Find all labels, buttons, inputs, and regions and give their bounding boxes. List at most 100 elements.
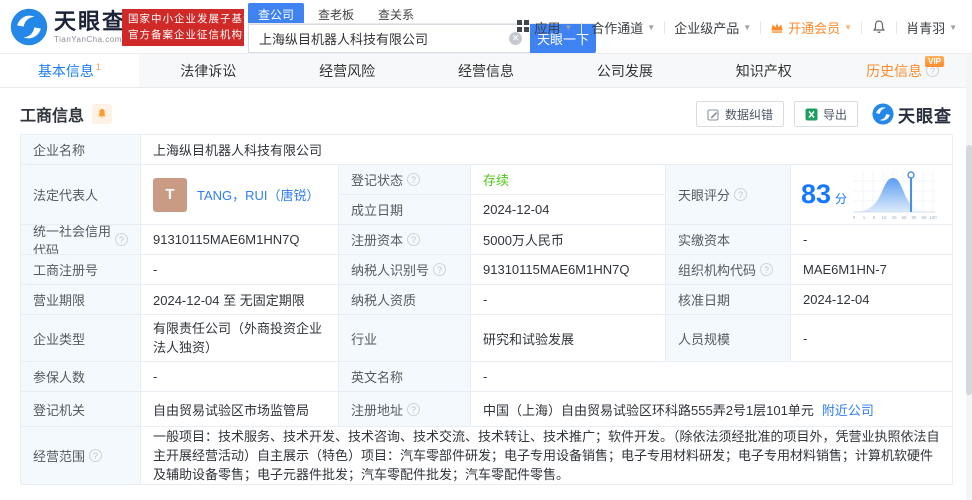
field-label-establish-date: 成立日期: [339, 195, 471, 225]
score-value: 83: [801, 181, 831, 208]
notification-bell[interactable]: [862, 19, 896, 35]
score-unit: 分: [835, 190, 847, 207]
menu-vip[interactable]: 开通会员 ▼: [761, 18, 861, 37]
tab-basic-info-label: 基本信息: [38, 61, 94, 81]
field-value-english-name: -: [471, 362, 953, 392]
tab-history-info[interactable]: VIP 历史信息 ?: [833, 54, 972, 87]
svg-text:65: 65: [902, 215, 908, 220]
menu-enterprise-label: 企业级产品: [674, 18, 739, 37]
field-label-staff-size: 人员规模: [666, 315, 791, 362]
search-input[interactable]: [248, 24, 530, 53]
tab-company-development[interactable]: 公司发展: [555, 54, 694, 87]
field-value-company-name: 上海纵目机器人科技有限公司: [141, 135, 953, 165]
svg-text:1: 1: [863, 215, 866, 220]
tianyancha-logo[interactable]: 天眼查 TianYanCha.com: [10, 8, 126, 46]
nearby-companies-link[interactable]: 附近公司: [822, 400, 874, 419]
tab-basic-info[interactable]: 基本信息 1: [0, 54, 139, 87]
field-label-reg-authority: 登记机关: [21, 392, 141, 427]
svg-text:85: 85: [912, 215, 918, 220]
svg-text:95: 95: [922, 215, 928, 220]
field-label-approval-date: 核准日期: [666, 285, 791, 315]
export-label: 导出: [823, 106, 847, 123]
svg-text:40: 40: [892, 215, 898, 220]
menu-partner[interactable]: 合作通道 ▼: [582, 18, 664, 37]
field-value-org-code: MAE6M1HN-7: [791, 255, 953, 285]
tab-label: 知识产权: [736, 61, 792, 81]
field-value-business-scope: 一般项目：技术服务、技术开发、技术咨询、技术交流、技术转让、技术推广；软件开发。…: [141, 427, 953, 485]
gov-certification-badge: 国家中小企业发展子基金旗下 官方备案企业征信机构: [122, 9, 244, 46]
field-value-reg-authority: 自由贸易试验区市场监管局: [141, 392, 339, 427]
help-icon[interactable]: ?: [734, 188, 747, 201]
field-label-reg-number: 工商注册号: [21, 255, 141, 285]
field-label-score: 天眼评分?: [666, 165, 791, 225]
field-label-taxpayer-quality: 纳税人资质: [339, 285, 471, 315]
monitor-bell-badge[interactable]: [92, 104, 112, 124]
export-button[interactable]: 导出: [794, 101, 858, 127]
top-menu: 应用 ▼ 合作通道 ▼ 企业级产品 ▼ 开通会员 ▼: [508, 0, 966, 54]
legal-rep-avatar[interactable]: T: [153, 178, 187, 212]
score-distribution-chart: 0 1 5 15 40 65 85 95 100: [851, 168, 937, 222]
search-tab-relation[interactable]: 查关系: [368, 3, 424, 23]
search-tab-boss[interactable]: 查老板: [308, 3, 364, 23]
field-label-business-scope: 经营范围?: [21, 427, 141, 485]
tab-business-info[interactable]: 经营信息: [417, 54, 556, 87]
field-label-taxpayer-id: 纳税人识别号?: [339, 255, 471, 285]
menu-vip-label: 开通会员: [788, 18, 840, 37]
logo-title: 天眼查: [54, 11, 126, 33]
scrollbar-thumb[interactable]: [966, 145, 972, 395]
field-value-taxpayer-id: 91310115MAE6M1HN7Q: [471, 255, 666, 285]
company-nav-bar: 基本信息 1 法律诉讼 经营风险 经营信息 公司发展 知识产权 VIP 历史信息…: [0, 54, 972, 88]
field-label-company-name: 企业名称: [21, 135, 141, 165]
tab-business-risk[interactable]: 经营风险: [278, 54, 417, 87]
data-correction-label: 数据纠错: [725, 106, 773, 123]
field-value-credit-code: 91310115MAE6M1HN7Q: [141, 225, 339, 255]
top-header: 天眼查 TianYanCha.com 国家中小企业发展子基金旗下 官方备案企业征…: [0, 0, 972, 54]
apps-grid-icon: [517, 20, 529, 35]
help-icon[interactable]: ?: [407, 173, 420, 186]
tab-legal-litigation[interactable]: 法律诉讼: [139, 54, 278, 87]
section-header: 工商信息 数据纠错 导出 天眼查: [20, 100, 952, 128]
menu-user[interactable]: 肖青羽 ▼: [897, 18, 966, 37]
field-value-paid-capital: -: [791, 225, 953, 255]
tab-label: 经营风险: [319, 61, 375, 81]
field-value-taxpayer-quality: -: [471, 285, 666, 315]
field-label-org-code: 组织机构代码?: [666, 255, 791, 285]
field-value-reg-capital: 5000万人民币: [471, 225, 666, 255]
field-value-business-term: 2024-12-04 至 无固定期限: [141, 285, 339, 315]
field-value-reg-status: 存续: [471, 165, 666, 195]
menu-apps[interactable]: 应用 ▼: [508, 18, 581, 37]
tab-label: 公司发展: [597, 61, 653, 81]
chevron-down-icon: ▼: [844, 23, 852, 32]
page-scrollbar[interactable]: [966, 55, 972, 500]
gov-badge-line2: 官方备案企业征信机构: [128, 28, 238, 44]
tab-count-badge: 1: [96, 62, 101, 72]
field-value-reg-number: -: [141, 255, 339, 285]
field-value-staff-size: -: [791, 315, 953, 362]
search-tab-company[interactable]: 查公司: [248, 3, 304, 23]
tab-intellectual-property[interactable]: 知识产权: [694, 54, 833, 87]
menu-enterprise[interactable]: 企业级产品 ▼: [665, 18, 760, 37]
data-correction-button[interactable]: 数据纠错: [696, 101, 784, 127]
score-marker-pin: [908, 172, 914, 178]
edit-icon: [707, 108, 720, 121]
help-icon[interactable]: ?: [89, 449, 102, 462]
field-value-reg-address: 中国（上海）自由贸易试验区环科路555弄2号1层101单元 附近公司: [471, 392, 953, 427]
svg-text:15: 15: [882, 215, 888, 220]
field-value-company-type: 有限责任公司（外商投资企业法人独资）: [141, 315, 339, 362]
field-label-english-name: 英文名称: [339, 362, 471, 392]
field-value-insured-count: -: [141, 362, 339, 392]
field-value-establish-date: 2024-12-04: [471, 195, 666, 225]
help-icon[interactable]: ?: [407, 233, 420, 246]
help-icon[interactable]: ?: [407, 403, 420, 416]
tab-label: 经营信息: [458, 61, 514, 81]
gov-badge-line1: 国家中小企业发展子基金旗下: [128, 12, 238, 28]
help-icon[interactable]: ?: [115, 233, 128, 246]
reg-address-text: 中国（上海）自由贸易试验区环科路555弄2号1层101单元: [483, 400, 814, 419]
help-icon[interactable]: ?: [433, 263, 446, 276]
help-icon[interactable]: ?: [760, 263, 773, 276]
menu-partner-label: 合作通道: [591, 18, 643, 37]
legal-rep-link[interactable]: TANG，RUI（唐锐）: [197, 185, 320, 204]
field-value-industry: 研究和试验发展: [471, 315, 666, 362]
logo-domain: TianYanCha.com: [54, 36, 126, 44]
crown-icon: [770, 21, 784, 34]
